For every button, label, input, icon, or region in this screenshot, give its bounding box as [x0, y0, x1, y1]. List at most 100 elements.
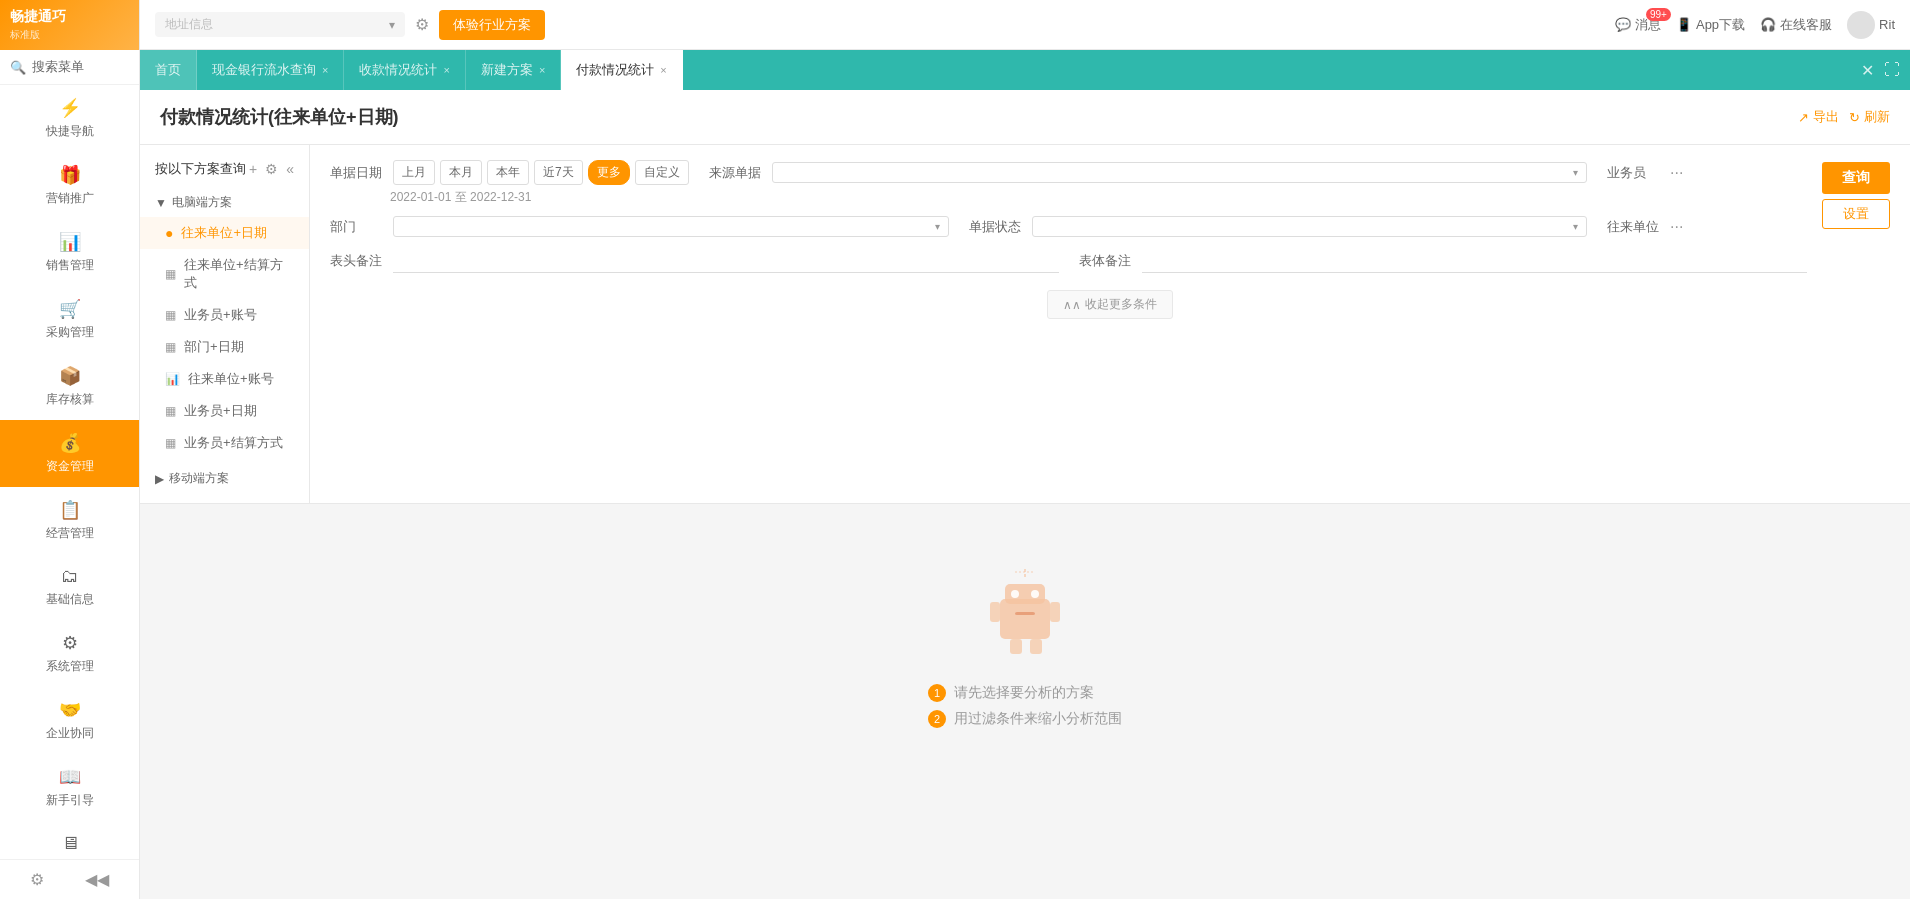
scheme-pc-group-title[interactable]: ▼ 电脑端方案: [140, 188, 309, 217]
marketing-icon: 🎁: [59, 164, 81, 186]
sidebar-item-quick-nav[interactable]: ⚡ 快捷导航: [0, 85, 139, 152]
date-btn-more[interactable]: 更多: [588, 160, 630, 185]
sidebar-item-marketing[interactable]: 🎁 营销推广: [0, 152, 139, 219]
body-note-input[interactable]: [1142, 249, 1808, 273]
filter-date-item: 单据日期 上月 本月 本年 近7天 更多 自定义: [330, 160, 689, 185]
scheme-item-label: 部门+日期: [184, 338, 244, 356]
scheme-pc-group-label: 电脑端方案: [172, 194, 232, 211]
date-btn-last-month[interactable]: 上月: [393, 160, 435, 185]
tab-cash-flow[interactable]: 现金银行流水查询 ×: [197, 50, 344, 90]
tab-new-scheme[interactable]: 新建方案 ×: [466, 50, 561, 90]
scheme-pc-group: ▼ 电脑端方案 ● 往来单位+日期 ▦ 往来单位+结算方式 ▦ 业务员+账号: [140, 188, 309, 459]
tab-receipt-stats-close[interactable]: ×: [443, 64, 449, 76]
dept-select[interactable]: ▾: [393, 216, 949, 237]
scheme-mobile-group[interactable]: ▶ 移动端方案: [140, 464, 309, 493]
scheme-item-salesman-settlement[interactable]: ▦ 业务员+结算方式: [140, 427, 309, 459]
refresh-label: 刷新: [1864, 108, 1890, 126]
doc-status-select[interactable]: ▾: [1032, 216, 1588, 237]
sidebar-item-basics[interactable]: 🗂 基础信息: [0, 554, 139, 620]
sidebar-item-sales[interactable]: 📊 销售管理: [0, 219, 139, 286]
sidebar-item-inventory[interactable]: 📦 库存核算: [0, 353, 139, 420]
sidebar-item-label: 采购管理: [46, 324, 94, 341]
tab-bar: 首页 现金银行流水查询 × 收款情况统计 × 新建方案 × 付款情况统计 × ✕…: [140, 50, 1910, 90]
scheme-header-actions: + ⚙ «: [249, 161, 294, 177]
scheme-mobile-group-label: 移动端方案: [169, 470, 229, 487]
tab-payment-stats-close[interactable]: ×: [660, 64, 666, 76]
footer-settings-icon[interactable]: ⚙: [30, 870, 44, 889]
sidebar-item-label: 经营管理: [46, 525, 94, 542]
sidebar-item-purchase[interactable]: 🛒 采购管理: [0, 286, 139, 353]
settings-button[interactable]: 设置: [1822, 199, 1890, 229]
sidebar-item-label: 快捷导航: [46, 123, 94, 140]
app-download-item[interactable]: 📱 App下载: [1676, 16, 1745, 34]
sidebar-item-guide[interactable]: 📖 新手引导: [0, 754, 139, 821]
filter-row-2: 部门 ▾ 单据状态 ▾: [330, 216, 1807, 237]
scheme-item-icon-6: ▦: [165, 436, 176, 450]
tab-payment-stats-label: 付款情况统计: [576, 61, 654, 79]
date-btn-this-year[interactable]: 本年: [487, 160, 529, 185]
tab-receipt-stats[interactable]: 收款情况统计 ×: [344, 50, 465, 90]
filter-salesman-item: 业务员 ···: [1607, 164, 1807, 182]
partner-dots[interactable]: ···: [1670, 218, 1683, 236]
tab-cash-flow-close[interactable]: ×: [322, 64, 328, 76]
user-profile[interactable]: Rit: [1847, 11, 1895, 39]
scheme-item-partner-settlement[interactable]: ▦ 往来单位+结算方式: [140, 249, 309, 299]
hardware-icon: 🖥: [61, 833, 79, 854]
export-button[interactable]: ↗ 导出: [1798, 108, 1839, 126]
empty-tip-1: 1 请先选择要分析的方案: [928, 684, 1122, 702]
sidebar-item-operations[interactable]: 📋 经营管理: [0, 487, 139, 554]
address-dropdown-icon[interactable]: ▾: [389, 18, 395, 32]
empty-tip-2: 2 用过滤条件来缩小分析范围: [928, 710, 1122, 728]
quick-nav-icon: ⚡: [59, 97, 81, 119]
sidebar-item-cooperation[interactable]: 🤝 企业协同: [0, 687, 139, 754]
topbar-gear-icon[interactable]: ⚙: [415, 15, 429, 34]
filter-row-1: 单据日期 上月 本月 本年 近7天 更多 自定义: [330, 160, 1807, 185]
tab-new-scheme-close[interactable]: ×: [539, 64, 545, 76]
date-btn-this-month[interactable]: 本月: [440, 160, 482, 185]
operations-icon: 📋: [59, 499, 81, 521]
system-icon: ⚙: [62, 632, 78, 654]
svg-rect-6: [1050, 602, 1060, 622]
salesman-dots[interactable]: ···: [1670, 164, 1683, 182]
trial-button[interactable]: 体验行业方案: [439, 10, 545, 40]
refresh-button[interactable]: ↻ 刷新: [1849, 108, 1890, 126]
message-item[interactable]: 💬 消息 99+: [1615, 16, 1661, 34]
scheme-item-partner-date[interactable]: ● 往来单位+日期: [140, 217, 309, 249]
tab-bar-actions: ✕ ⛶: [1851, 50, 1910, 90]
tab-expand-icon[interactable]: ⛶: [1884, 61, 1900, 79]
source-select[interactable]: ▾: [772, 162, 1587, 183]
date-btn-last-7-days[interactable]: 近7天: [534, 160, 583, 185]
scheme-settings-icon[interactable]: ⚙: [265, 161, 278, 177]
tab-home[interactable]: 首页: [140, 50, 197, 90]
sidebar-item-system[interactable]: ⚙ 系统管理: [0, 620, 139, 687]
scheme-item-dept-date[interactable]: ▦ 部门+日期: [140, 331, 309, 363]
scheme-collapse-icon[interactable]: «: [286, 161, 294, 177]
sidebar-search[interactable]: 🔍 搜索菜单: [0, 50, 139, 85]
sidebar-item-hardware[interactable]: 🖥 智能硬件: [0, 821, 139, 859]
sidebar-footer: ⚙ ◀◀: [0, 859, 139, 899]
header-note-input[interactable]: [393, 249, 1059, 273]
date-range-display: 2022-01-01 至 2022-12-31: [330, 189, 1807, 206]
address-bar: 地址信息 ▾: [155, 12, 405, 37]
scheme-panel: 按以下方案查询 + ⚙ « ▼ 电脑端方案 ● 往来单位+日期: [140, 145, 310, 503]
scheme-item-salesman-date[interactable]: ▦ 业务员+日期: [140, 395, 309, 427]
sidebar-item-label: 基础信息: [46, 591, 94, 608]
scheme-add-icon[interactable]: +: [249, 161, 257, 177]
sidebar-item-finance[interactable]: 💰 资金管理: [0, 420, 139, 487]
service-icon: 🎧: [1760, 17, 1776, 32]
tab-close-all-icon[interactable]: ✕: [1861, 61, 1874, 80]
collapse-more-btn[interactable]: ∧∧ 收起更多条件: [1047, 290, 1173, 319]
online-service-item[interactable]: 🎧 在线客服: [1760, 16, 1832, 34]
query-button[interactable]: 查询: [1822, 162, 1890, 194]
finance-icon: 💰: [59, 432, 81, 454]
scheme-item-salesman-account[interactable]: ▦ 业务员+账号: [140, 299, 309, 331]
date-btn-custom[interactable]: 自定义: [635, 160, 689, 185]
page-actions: ↗ 导出 ↻ 刷新: [1798, 108, 1890, 126]
tip-num-1: 1: [928, 684, 946, 702]
scheme-item-label: 业务员+日期: [184, 402, 257, 420]
avatar: [1847, 11, 1875, 39]
partner-label: 往来单位: [1607, 218, 1662, 236]
footer-collapse-icon[interactable]: ◀◀: [85, 870, 109, 889]
scheme-item-partner-account[interactable]: 📊 往来单位+账号: [140, 363, 309, 395]
tab-payment-stats[interactable]: 付款情况统计 ×: [561, 50, 682, 90]
